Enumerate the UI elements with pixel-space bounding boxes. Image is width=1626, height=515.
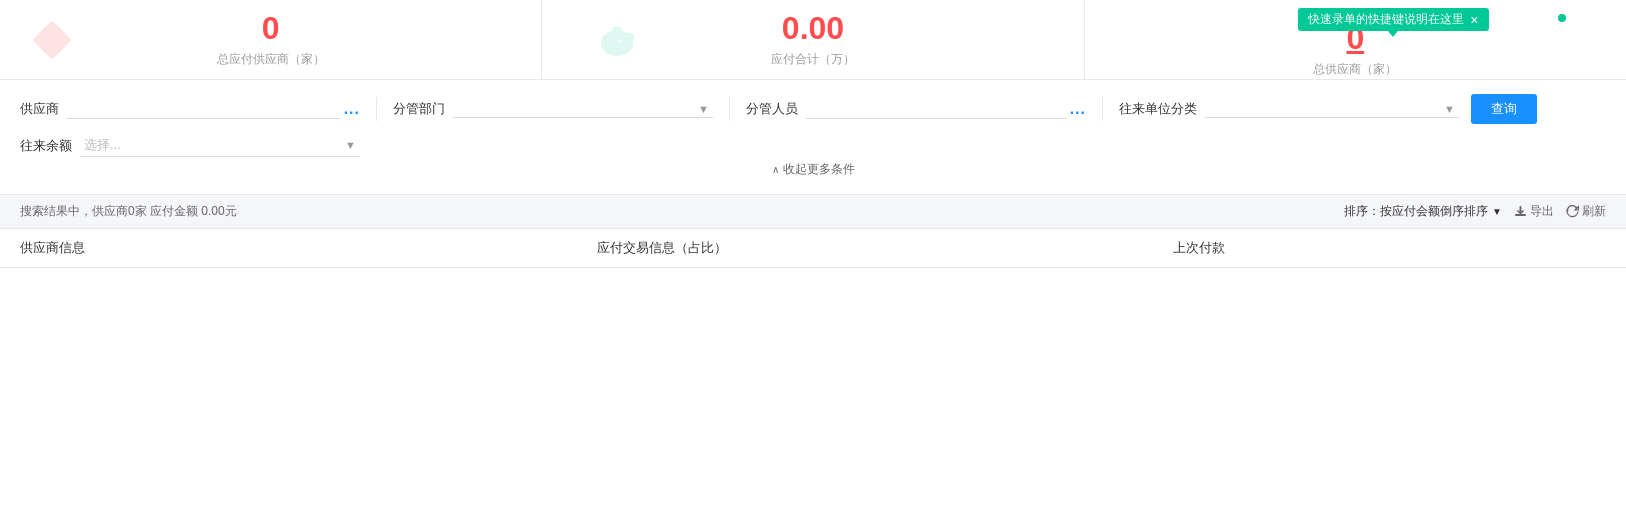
divider-3 — [1102, 97, 1103, 121]
balance-placeholder: 选择... — [84, 136, 345, 154]
unit-select[interactable]: ▼ — [1205, 101, 1459, 118]
tooltip-badge: 快速录单的快捷键说明在这里 × — [1298, 8, 1488, 31]
tooltip-text: 快速录单的快捷键说明在这里 — [1308, 11, 1464, 28]
svg-rect-0 — [32, 20, 72, 60]
filter-row-2: 往来余额 选择... ▼ — [20, 134, 1606, 157]
unit-arrow-icon: ▼ — [1444, 103, 1455, 115]
collapse-btn[interactable]: ∧ 收起更多条件 — [772, 161, 855, 178]
payable-total-number: 0.00 — [782, 11, 844, 46]
refresh-btn[interactable]: 刷新 — [1566, 203, 1606, 220]
filter-person: 分管人员 ... — [746, 99, 1086, 119]
table-col-last-payment: 上次付款 — [1173, 239, 1606, 257]
table-header: 供应商信息 应付交易信息（占比） 上次付款 — [0, 229, 1626, 268]
filter-section: 供应商 ... 分管部门 ▼ 分管人员 ... 往来单位分类 ▼ — [0, 80, 1626, 195]
table-col-supplier-info: 供应商信息 — [20, 239, 597, 257]
supplier-label: 供应商 — [20, 100, 59, 118]
collapse-text: 收起更多条件 — [783, 161, 855, 178]
divider-1 — [376, 97, 377, 121]
payable-suppliers-number: 0 — [262, 11, 280, 46]
svg-rect-3 — [612, 27, 622, 33]
filter-dept: 分管部门 ▼ — [393, 100, 713, 118]
filter-row-1: 供应商 ... 分管部门 ▼ 分管人员 ... 往来单位分类 ▼ — [20, 94, 1606, 124]
dept-select[interactable]: ▼ — [453, 101, 713, 118]
supplier-input[interactable] — [67, 99, 340, 119]
results-bar: 搜索结果中，供应商0家 应付金额 0.00元 排序：按应付会额倒序排序 ▼ 导出… — [0, 195, 1626, 229]
filter-unit: 往来单位分类 ▼ — [1119, 100, 1459, 118]
export-btn[interactable]: 导出 — [1514, 203, 1554, 220]
refresh-icon — [1566, 205, 1579, 218]
filter-balance: 往来余额 选择... ▼ — [20, 134, 360, 157]
query-button[interactable]: 查询 — [1471, 94, 1537, 124]
dot-indicator — [1558, 14, 1566, 22]
person-input[interactable] — [806, 99, 1066, 119]
payable-suppliers-label: 总应付供应商（家） — [217, 51, 325, 68]
sort-label: 排序：按应付会额倒序排序 — [1344, 203, 1488, 220]
total-suppliers-label: 总供应商（家） — [1313, 61, 1397, 78]
supplier-dots-btn[interactable]: ... — [344, 100, 360, 118]
table-body — [0, 268, 1626, 515]
collapse-icon: ∧ — [772, 164, 779, 175]
diamond-icon — [30, 18, 74, 62]
filter-supplier: 供应商 ... — [20, 99, 360, 119]
results-info: 搜索结果中，供应商0家 应付金额 0.00元 — [20, 203, 237, 220]
payable-total-label: 应付合计（万） — [771, 51, 855, 68]
svg-point-4 — [603, 42, 609, 52]
person-label: 分管人员 — [746, 100, 798, 118]
dept-label: 分管部门 — [393, 100, 445, 118]
export-icon — [1514, 205, 1527, 218]
dept-arrow-icon: ▼ — [698, 103, 709, 115]
stats-item-total-suppliers: 快速录单的快捷键说明在这里 × 0 总供应商（家） — [1085, 0, 1626, 79]
svg-point-5 — [625, 42, 631, 52]
stats-item-payable-suppliers: 0 总应付供应商（家） — [0, 0, 542, 79]
divider-2 — [729, 97, 730, 121]
table-col-payable-info: 应付交易信息（占比） — [597, 239, 1174, 257]
unit-label: 往来单位分类 — [1119, 100, 1197, 118]
tooltip-close-btn[interactable]: × — [1470, 13, 1478, 27]
refresh-label: 刷新 — [1582, 203, 1606, 220]
sort-arrow-icon: ▼ — [1492, 206, 1502, 217]
balance-label: 往来余额 — [20, 137, 72, 155]
results-actions: 排序：按应付会额倒序排序 ▼ 导出 刷新 — [1344, 203, 1606, 220]
piggy-icon — [592, 15, 642, 65]
svg-point-6 — [618, 39, 622, 43]
export-label: 导出 — [1530, 203, 1554, 220]
balance-select[interactable]: 选择... ▼ — [80, 134, 360, 157]
stats-bar: 0 总应付供应商（家） 0.00 应付合计（万） 快速录单的快捷键说明在这里 ×… — [0, 0, 1626, 80]
sort-select[interactable]: 排序：按应付会额倒序排序 ▼ — [1344, 203, 1502, 220]
stats-item-payable-total: 0.00 应付合计（万） — [542, 0, 1084, 79]
person-dots-btn[interactable]: ... — [1070, 100, 1086, 118]
balance-arrow-icon: ▼ — [345, 139, 356, 151]
svg-point-2 — [626, 33, 634, 41]
